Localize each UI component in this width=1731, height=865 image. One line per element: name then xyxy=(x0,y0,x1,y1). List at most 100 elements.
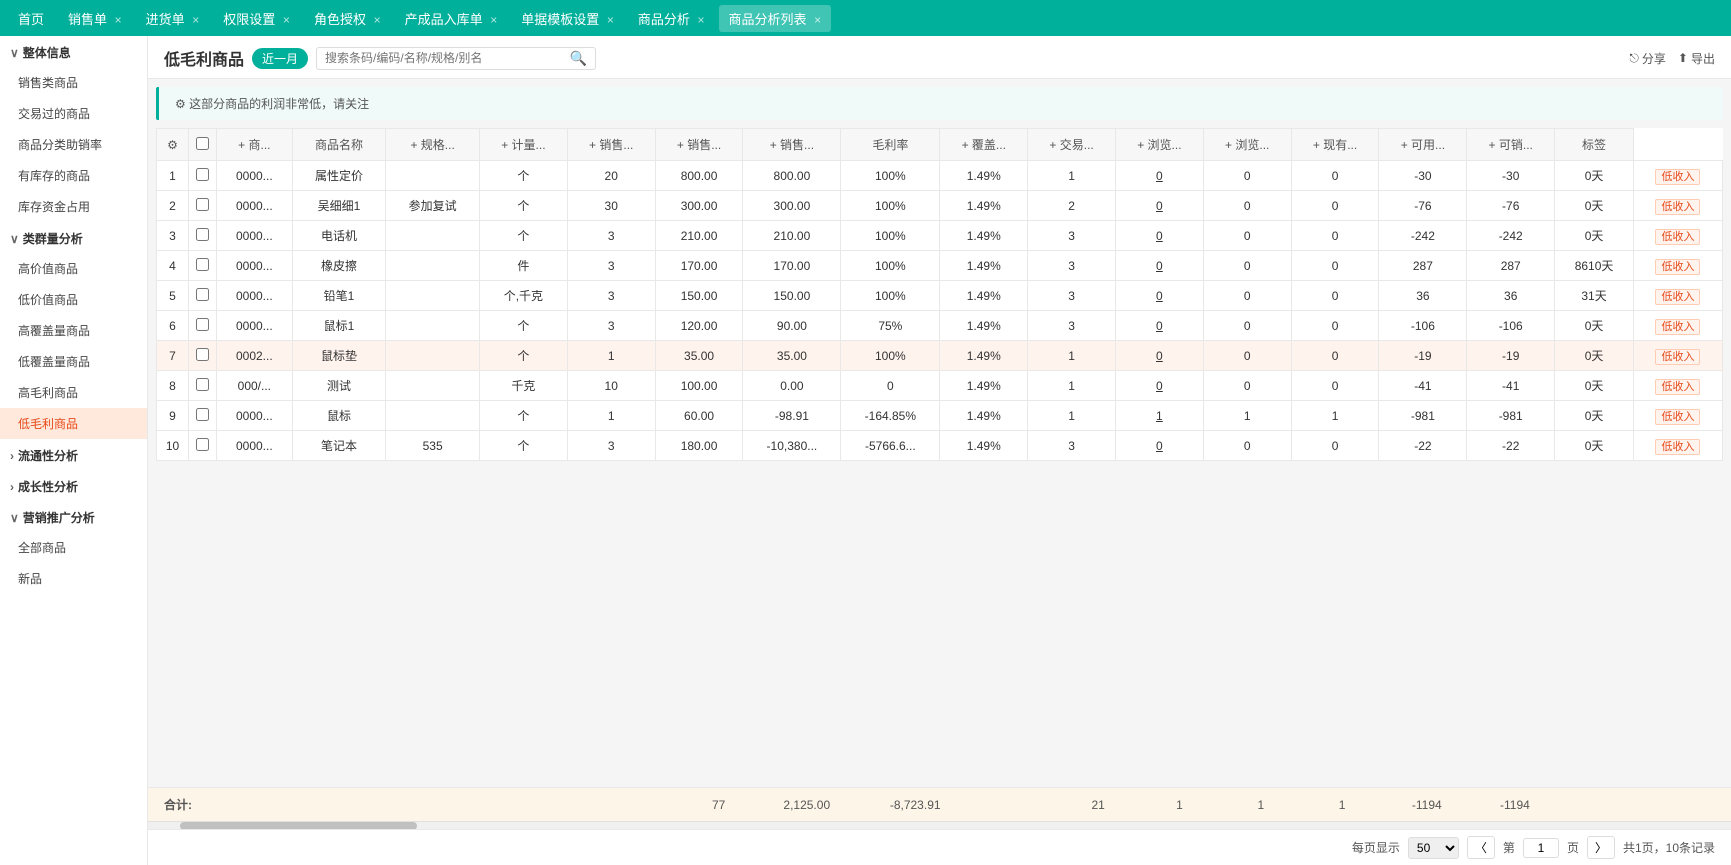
row-checkbox[interactable] xyxy=(189,401,217,431)
sidebar-item-high-value[interactable]: 高价值商品 xyxy=(0,253,147,284)
sidebar-item-new-goods[interactable]: 新品 xyxy=(0,563,147,594)
sidebar-item-low-coverage[interactable]: 低覆盖量商品 xyxy=(0,346,147,377)
th-gross-rate[interactable]: 毛利率 xyxy=(841,129,940,161)
select-all-checkbox[interactable] xyxy=(196,137,209,150)
row-transaction[interactable]: 0 xyxy=(1115,431,1203,461)
close-icon[interactable]: × xyxy=(697,13,704,27)
th-name[interactable]: 商品名称 xyxy=(292,129,386,161)
th-code[interactable]: + 商... xyxy=(217,129,293,161)
row-checkbox[interactable] xyxy=(189,371,217,401)
th-sale-amt1[interactable]: + 销售... xyxy=(655,129,743,161)
row-transaction[interactable]: 0 xyxy=(1115,281,1203,311)
th-unit[interactable]: + 计量... xyxy=(479,129,567,161)
row-checkbox[interactable] xyxy=(189,251,217,281)
row-select-checkbox[interactable] xyxy=(196,318,209,331)
row-select-checkbox[interactable] xyxy=(196,228,209,241)
search-input[interactable] xyxy=(325,51,570,65)
row-checkbox[interactable] xyxy=(189,311,217,341)
close-icon[interactable]: × xyxy=(283,13,290,27)
table-container[interactable]: ⚙ + 商... 商品名称 + 规格... + 计量... + 销售... + … xyxy=(148,120,1731,787)
row-browse2: 0 xyxy=(1291,281,1379,311)
nav-home[interactable]: 首页 xyxy=(8,5,54,32)
search-icon[interactable]: 🔍 xyxy=(570,50,587,67)
th-sale-qty[interactable]: + 销售... xyxy=(567,129,655,161)
close-icon[interactable]: × xyxy=(490,13,497,27)
row-select-checkbox[interactable] xyxy=(196,348,209,361)
row-select-checkbox[interactable] xyxy=(196,288,209,301)
sidebar-item-all-goods[interactable]: 全部商品 xyxy=(0,532,147,563)
row-transaction[interactable]: 0 xyxy=(1115,311,1203,341)
row-transaction[interactable]: 1 xyxy=(1115,401,1203,431)
row-transaction[interactable]: 0 xyxy=(1115,341,1203,371)
prev-page-button[interactable]: 〈 xyxy=(1467,836,1495,859)
close-icon[interactable]: × xyxy=(374,13,381,27)
th-browse2[interactable]: + 浏览... xyxy=(1203,129,1291,161)
close-icon[interactable]: × xyxy=(192,13,199,27)
th-sale-profit[interactable]: + 销售... xyxy=(743,129,841,161)
row-checkbox[interactable] xyxy=(189,191,217,221)
th-transaction[interactable]: + 交易... xyxy=(1028,129,1116,161)
nav-role[interactable]: 角色授权 × xyxy=(304,5,391,32)
sidebar-group-flow[interactable]: › 流通性分析 xyxy=(0,439,147,470)
row-select-checkbox[interactable] xyxy=(196,438,209,451)
scroll-track[interactable] xyxy=(148,821,1731,829)
nav-permission[interactable]: 权限设置 × xyxy=(213,5,300,32)
sidebar-item-in-stock[interactable]: 有库存的商品 xyxy=(0,160,147,191)
th-coverage[interactable]: + 覆盖... xyxy=(940,129,1028,161)
sidebar-group-growth[interactable]: › 成长性分析 xyxy=(0,470,147,501)
row-transaction[interactable]: 0 xyxy=(1115,251,1203,281)
row-checkbox[interactable] xyxy=(189,431,217,461)
sidebar-item-stock-capital[interactable]: 库存资金占用 xyxy=(0,191,147,222)
row-checkbox[interactable] xyxy=(189,221,217,251)
row-spec: 535 xyxy=(386,431,480,461)
sidebar-item-traded-goods[interactable]: 交易过的商品 xyxy=(0,98,147,129)
nav-sales[interactable]: 销售单 × xyxy=(58,5,132,32)
page-number-input[interactable] xyxy=(1523,838,1559,858)
th-spec[interactable]: + 规格... xyxy=(386,129,480,161)
row-checkbox[interactable] xyxy=(189,341,217,371)
row-select-checkbox[interactable] xyxy=(196,198,209,211)
th-browse1[interactable]: + 浏览... xyxy=(1115,129,1203,161)
th-current[interactable]: + 现有... xyxy=(1291,129,1379,161)
nav-purchase[interactable]: 进货单 × xyxy=(136,5,210,32)
nav-template[interactable]: 单据模板设置 × xyxy=(511,5,624,32)
th-check[interactable] xyxy=(189,129,217,161)
sidebar-group-overview[interactable]: ∨ 整体信息 xyxy=(0,36,147,67)
row-select-checkbox[interactable] xyxy=(196,408,209,421)
row-checkbox[interactable] xyxy=(189,161,217,191)
row-checkbox[interactable] xyxy=(189,281,217,311)
close-icon[interactable]: × xyxy=(115,13,122,27)
sidebar-item-sales-goods[interactable]: 销售类商品 xyxy=(0,67,147,98)
nav-analysis-list[interactable]: 商品分析列表 × xyxy=(719,5,832,32)
sidebar-item-high-coverage[interactable]: 高覆盖量商品 xyxy=(0,315,147,346)
sidebar-item-low-margin[interactable]: 低毛利商品 xyxy=(0,408,147,439)
sidebar-item-low-value[interactable]: 低价值商品 xyxy=(0,284,147,315)
close-icon[interactable]: × xyxy=(607,13,614,27)
next-page-button[interactable]: 〉 xyxy=(1587,836,1615,859)
table-row: 4 0000... 橡皮擦 件 3 170.00 170.00 100% 1.4… xyxy=(157,251,1723,281)
nav-analysis[interactable]: 商品分析 × xyxy=(628,5,715,32)
nav-product-in[interactable]: 产成品入库单 × xyxy=(395,5,508,32)
row-transaction[interactable]: 0 xyxy=(1115,191,1203,221)
row-select-checkbox[interactable] xyxy=(196,258,209,271)
th-sellable[interactable]: + 可销... xyxy=(1467,129,1555,161)
row-transaction[interactable]: 0 xyxy=(1115,221,1203,251)
export-button[interactable]: ⬆ 导出 xyxy=(1678,50,1715,67)
th-tag[interactable]: 标签 xyxy=(1555,129,1634,161)
th-available[interactable]: + 可用... xyxy=(1379,129,1467,161)
sidebar-item-category-rate[interactable]: 商品分类助销率 xyxy=(0,129,147,160)
sidebar-item-high-margin[interactable]: 高毛利商品 xyxy=(0,377,147,408)
filter-button[interactable]: 近一月 xyxy=(252,48,308,69)
page-size-select[interactable]: 50 100 200 xyxy=(1408,837,1459,859)
row-select-checkbox[interactable] xyxy=(196,378,209,391)
row-select-checkbox[interactable] xyxy=(196,168,209,181)
share-button[interactable]: ⎋ 分享 xyxy=(1629,50,1666,67)
close-icon[interactable]: × xyxy=(814,13,821,27)
row-name: 鼠标1 xyxy=(292,311,386,341)
sidebar-group-marketing[interactable]: ∨ 营销推广分析 xyxy=(0,501,147,532)
row-transaction[interactable]: 0 xyxy=(1115,161,1203,191)
search-box[interactable]: 🔍 xyxy=(316,47,596,70)
th-settings[interactable]: ⚙ xyxy=(157,129,189,161)
row-transaction[interactable]: 0 xyxy=(1115,371,1203,401)
sidebar-group-cluster[interactable]: ∨ 类群量分析 xyxy=(0,222,147,253)
